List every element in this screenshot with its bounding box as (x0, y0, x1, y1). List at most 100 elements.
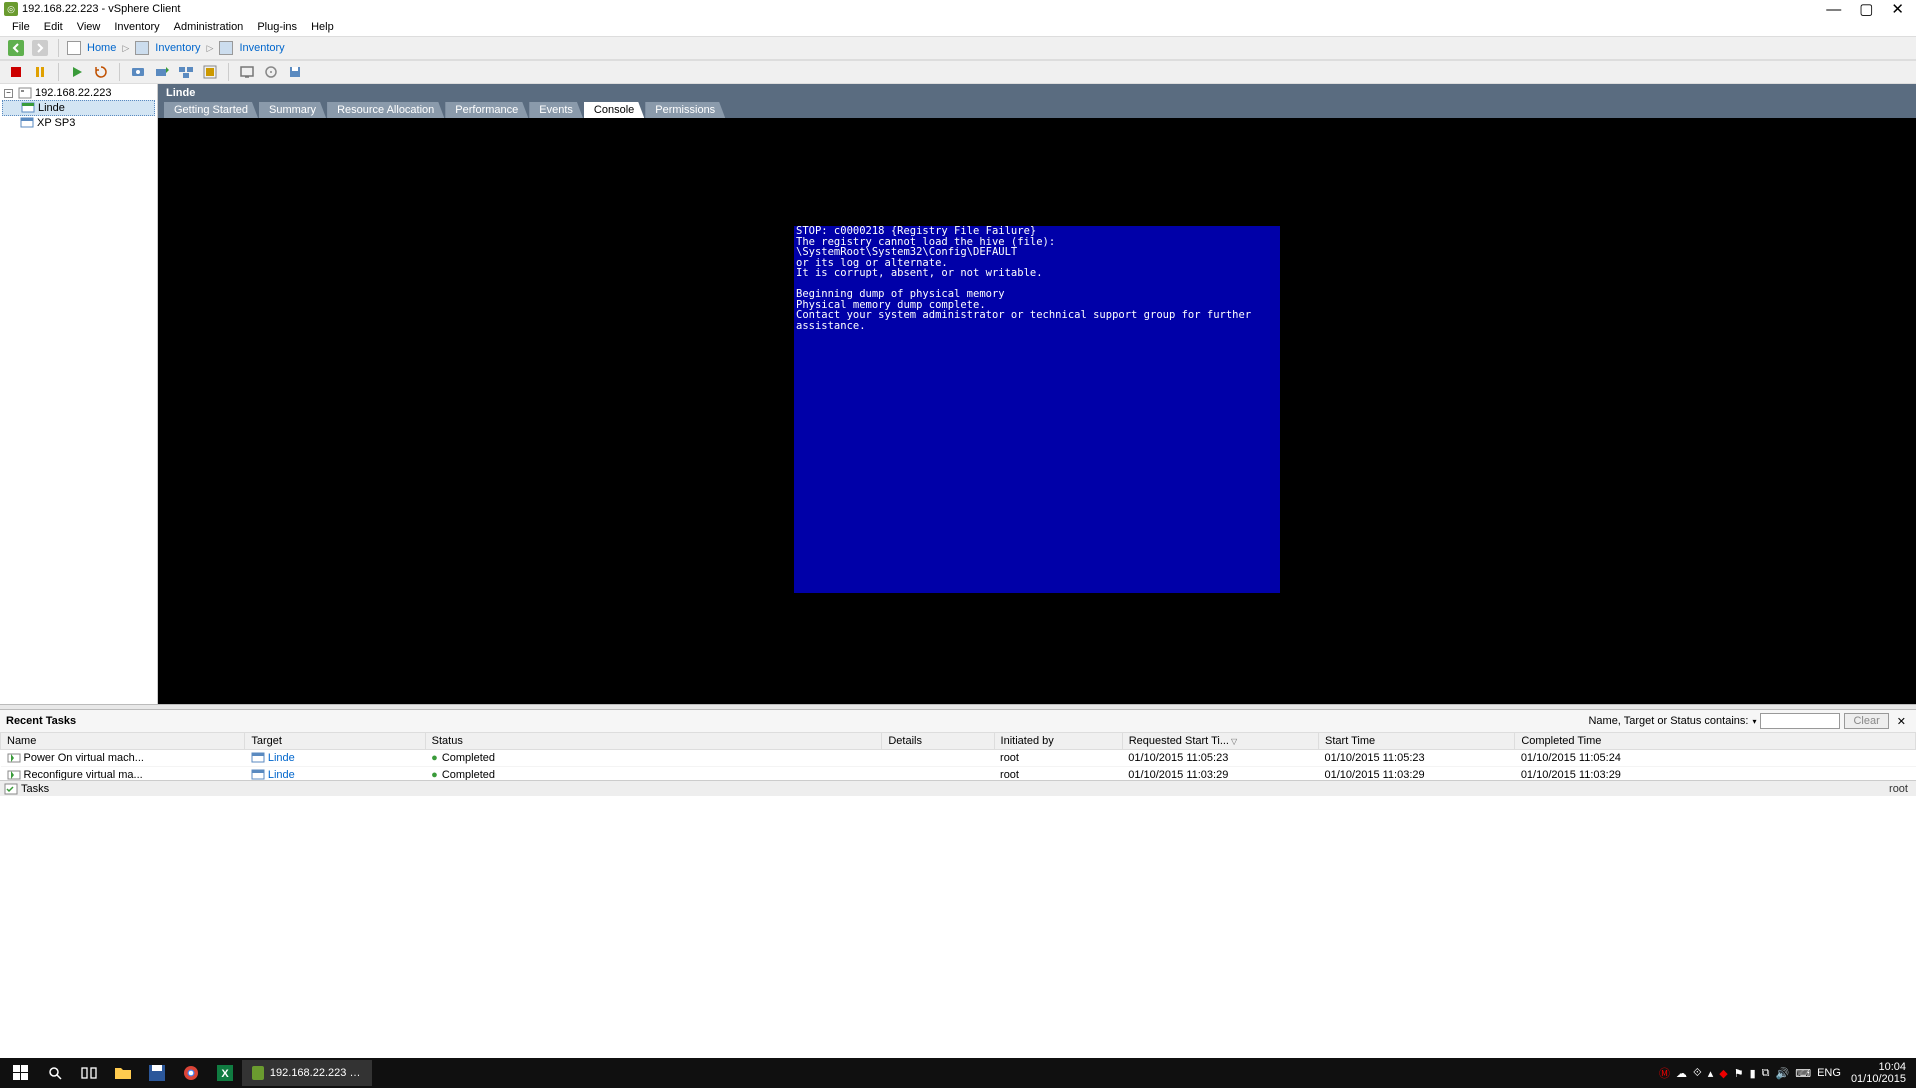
inventory-icon (135, 41, 149, 55)
menu-help[interactable]: Help (305, 20, 340, 34)
tray-volume-icon[interactable]: 🔊 (1776, 1067, 1790, 1080)
menu-edit[interactable]: Edit (38, 20, 69, 34)
tab-getting-started[interactable]: Getting Started (164, 102, 258, 118)
filter-input[interactable] (1760, 713, 1840, 729)
play-button[interactable] (67, 62, 87, 82)
edit-settings-button[interactable] (200, 62, 220, 82)
tree-vm-xp-sp3[interactable]: XP SP3 (2, 116, 155, 130)
console-button[interactable] (237, 62, 257, 82)
tray-keyboard-icon[interactable]: ⌨ (1795, 1067, 1811, 1080)
window-title: 192.168.22.223 - vSphere Client (22, 3, 180, 15)
tray-clock[interactable]: 10:04 01/10/2015 (1847, 1061, 1906, 1085)
forward-button[interactable] (30, 38, 50, 58)
tray-flag-icon[interactable]: ⚑ (1734, 1067, 1744, 1080)
status-bar: Tasks root (0, 780, 1916, 796)
col-start-time[interactable]: Start Time (1319, 733, 1515, 750)
recent-tasks-header: Recent Tasks Name, Target or Status cont… (0, 710, 1916, 732)
snapshot-button[interactable] (128, 62, 148, 82)
vm-icon (21, 101, 35, 115)
collapse-icon[interactable]: − (4, 89, 13, 98)
target-link[interactable]: Linde (268, 769, 295, 780)
clear-button[interactable]: Clear (1844, 713, 1888, 729)
back-button[interactable] (6, 38, 26, 58)
floppy-button[interactable] (285, 62, 305, 82)
console-view[interactable]: STOP: c0000218 {Registry File Failure} T… (158, 118, 1916, 704)
chrome-icon[interactable] (174, 1059, 208, 1087)
task-icon (7, 768, 21, 780)
col-status[interactable]: Status (425, 733, 882, 750)
separator (58, 63, 59, 81)
col-requested-start-ti-[interactable]: Requested Start Ti...▽ (1122, 733, 1318, 750)
snapshot-manager-button[interactable] (176, 62, 196, 82)
tray-battery-icon[interactable]: ▮ (1750, 1067, 1756, 1080)
col-initiated-by[interactable]: Initiated by (994, 733, 1122, 750)
breadcrumb: Home▷Inventory▷Inventory (67, 41, 285, 55)
task-view-button[interactable] (72, 1059, 106, 1087)
inventory-icon (219, 41, 233, 55)
menu-plugins[interactable]: Plug-ins (251, 20, 303, 34)
home-icon (67, 41, 81, 55)
tasks-table: NameTargetStatusDetailsInitiated byReque… (0, 732, 1916, 780)
search-button[interactable] (38, 1059, 72, 1087)
guest-screen[interactable]: STOP: c0000218 {Registry File Failure} T… (794, 226, 1280, 593)
col-details[interactable]: Details (882, 733, 994, 750)
breadcrumb-arrow: ▷ (207, 43, 214, 54)
tasks-close-icon[interactable]: ✕ (1893, 715, 1910, 728)
start-button[interactable] (4, 1059, 38, 1087)
col-completed-time[interactable]: Completed Time (1515, 733, 1916, 750)
tab-permissions[interactable]: Permissions (645, 102, 725, 118)
close-button[interactable]: ✕ (1891, 2, 1904, 17)
tray-adobe-icon[interactable]: ◆ (1719, 1067, 1727, 1080)
tray-network-icon[interactable]: ⧉ (1762, 1067, 1770, 1080)
col-name[interactable]: Name (1, 733, 245, 750)
tab-performance[interactable]: Performance (445, 102, 528, 118)
excel-icon[interactable]: X (208, 1059, 242, 1087)
tab-events[interactable]: Events (529, 102, 583, 118)
tray-lang[interactable]: ENG (1817, 1067, 1841, 1079)
save-icon[interactable] (140, 1059, 174, 1087)
table-row[interactable]: Power On virtual mach...LindeCompletedro… (1, 750, 1916, 767)
tray-bluetooth-icon[interactable]: ⟐ (1693, 1067, 1702, 1080)
breadcrumb-inventory[interactable]: Inventory (239, 42, 284, 54)
menu-view[interactable]: View (71, 20, 107, 34)
tree-vm-linde[interactable]: Linde (2, 100, 155, 116)
table-row[interactable]: Reconfigure virtual ma...LindeCompletedr… (1, 767, 1916, 781)
filter-label: Name, Target or Status contains: (1588, 715, 1748, 727)
window-titlebar: ◎ 192.168.22.223 - vSphere Client — ▢ ✕ (0, 0, 1916, 18)
windows-taskbar: X 192.168.22.223 - vS... Ⓜ ☁ ⟐ ▴ ◆ ⚑ ▮ ⧉… (0, 1058, 1916, 1088)
menubar: FileEditViewInventoryAdministrationPlug-… (0, 18, 1916, 36)
vm-icon (251, 751, 265, 765)
target-link[interactable]: Linde (268, 752, 295, 764)
main-split: − 192.168.22.223 LindeXP SP3 Linde Getti… (0, 84, 1916, 704)
menu-file[interactable]: File (6, 20, 36, 34)
inventory-tree[interactable]: − 192.168.22.223 LindeXP SP3 (0, 84, 158, 704)
tree-host[interactable]: − 192.168.22.223 (2, 86, 155, 100)
cd-button[interactable] (261, 62, 281, 82)
clock-date: 01/10/2015 (1851, 1073, 1906, 1085)
tray-chevron-up-icon[interactable]: ▴ (1708, 1067, 1714, 1080)
tab-console[interactable]: Console (584, 102, 644, 118)
separator (119, 63, 120, 81)
col-target[interactable]: Target (245, 733, 425, 750)
maximize-button[interactable]: ▢ (1859, 2, 1873, 17)
separator (58, 39, 59, 57)
separator (228, 63, 229, 81)
breadcrumb-inventory[interactable]: Inventory (155, 42, 200, 54)
tray-mcafee-icon[interactable]: Ⓜ (1659, 1065, 1670, 1081)
menu-inventory[interactable]: Inventory (108, 20, 165, 34)
menu-administration[interactable]: Administration (168, 20, 250, 34)
clock-time: 10:04 (1851, 1061, 1906, 1073)
svg-text:X: X (221, 1068, 229, 1080)
stop-button[interactable] (6, 62, 26, 82)
breadcrumb-home[interactable]: Home (87, 42, 116, 54)
taskbar-vsphere-app[interactable]: 192.168.22.223 - vS... (242, 1060, 372, 1086)
explorer-icon[interactable] (106, 1059, 140, 1087)
restart-button[interactable] (91, 62, 111, 82)
tray-onedrive-icon[interactable]: ☁ (1676, 1067, 1687, 1080)
minimize-button[interactable]: — (1826, 2, 1841, 17)
revert-snapshot-button[interactable] (152, 62, 172, 82)
pause-button[interactable] (30, 62, 50, 82)
tab-resource-allocation[interactable]: Resource Allocation (327, 102, 444, 118)
tab-summary[interactable]: Summary (259, 102, 326, 118)
status-tasks-label[interactable]: Tasks (21, 783, 49, 795)
